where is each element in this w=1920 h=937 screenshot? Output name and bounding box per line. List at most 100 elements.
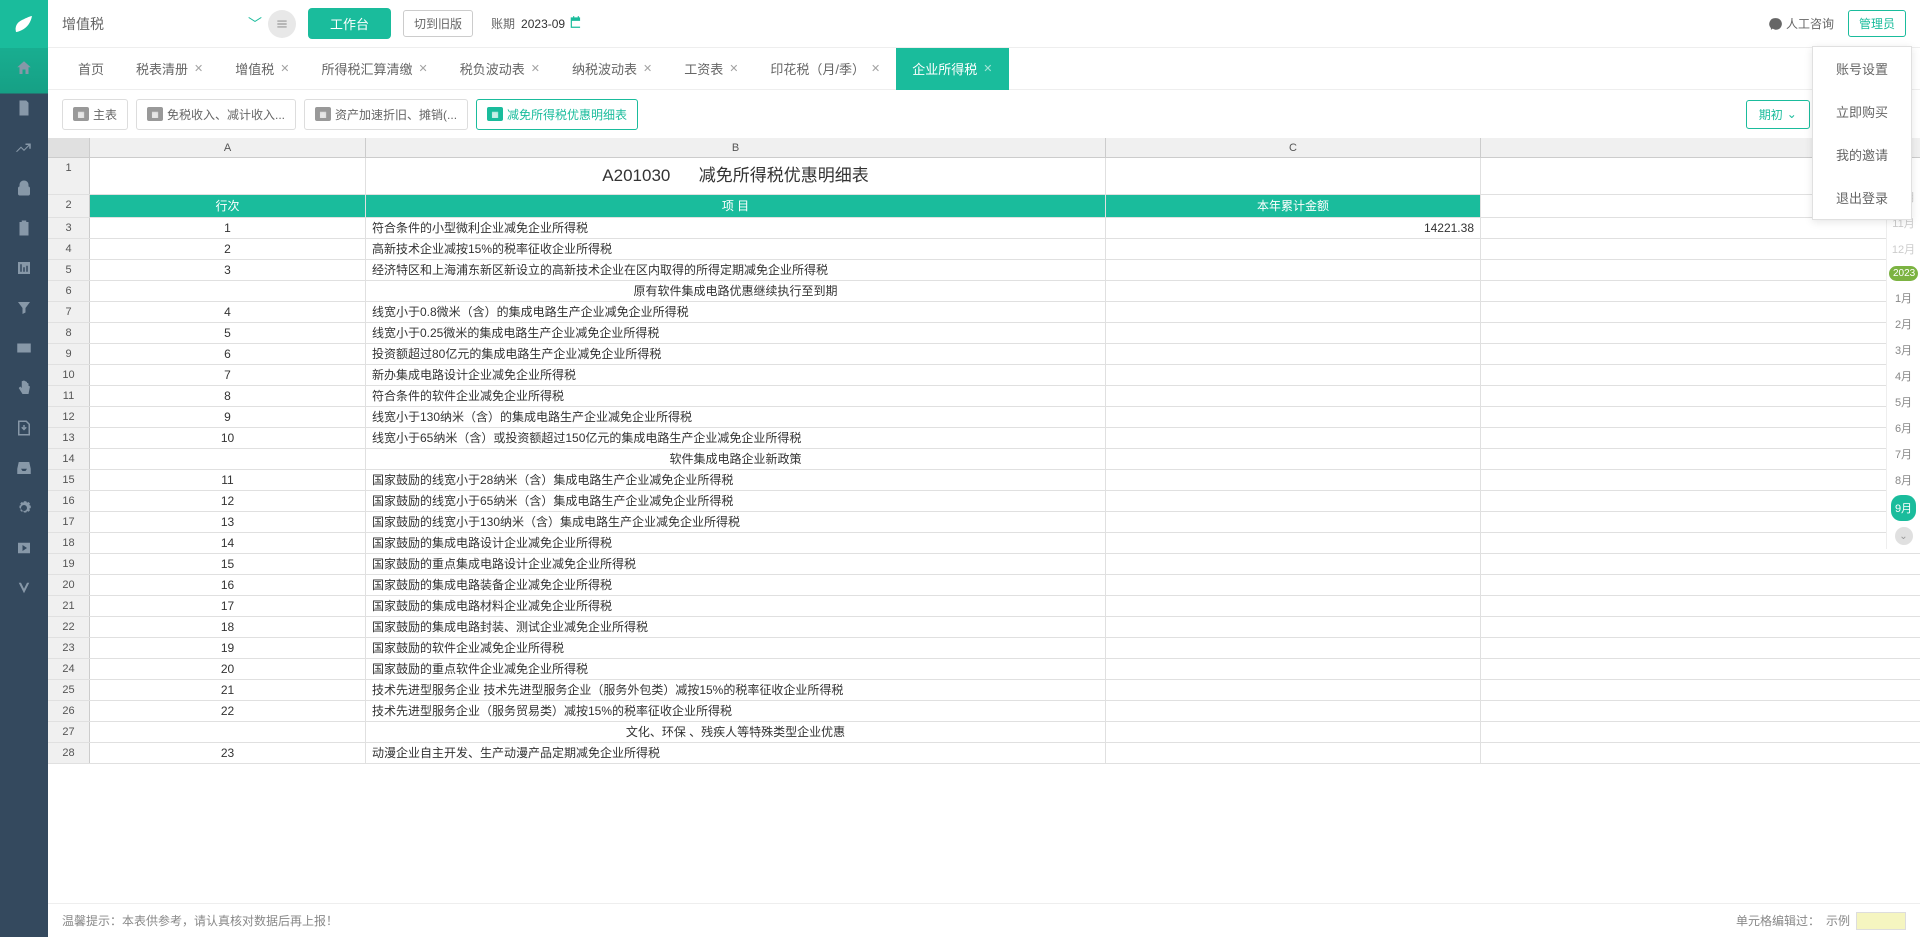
table-row[interactable]: 2016国家鼓励的集成电路装备企业减免企业所得税 xyxy=(48,575,1920,596)
table-row[interactable]: 107新办集成电路设计企业减免企业所得税 xyxy=(48,365,1920,386)
consult-label: 人工咨询 xyxy=(1786,15,1834,32)
dropdown-item[interactable]: 退出登录 xyxy=(1813,176,1911,219)
tab-增值税[interactable]: 增值税✕ xyxy=(219,48,305,90)
nav-home-icon[interactable] xyxy=(0,48,48,88)
consult-link[interactable]: 人工咨询 xyxy=(1768,15,1834,32)
close-icon[interactable]: ✕ xyxy=(729,62,738,75)
calendar-icon[interactable] xyxy=(569,15,583,32)
subtabs-row: ▦主表 ▦免税收入、减计收入... ▦资产加速折旧、摊销(... ▦减免所得税优惠明细… xyxy=(48,90,1920,138)
main-tabs: 首页税表清册✕增值税✕所得税汇算清缴✕税负波动表✕纳税波动表✕工资表✕印花税（月… xyxy=(48,48,1920,90)
table-row[interactable]: 74线宽小于0.8微米（含）的集成电路生产企业减免企业所得税 xyxy=(48,302,1920,323)
tab-工资表[interactable]: 工资表✕ xyxy=(668,48,754,90)
close-icon[interactable]: ✕ xyxy=(643,62,652,75)
month-item[interactable]: 8月 xyxy=(1887,467,1920,493)
subtab-item[interactable]: ▦减免所得税优惠明细表 xyxy=(476,99,638,130)
month-item[interactable]: 5月 xyxy=(1887,389,1920,415)
admin-button[interactable]: 管理员 xyxy=(1848,10,1906,37)
table-row[interactable]: 1915国家鼓励的重点集成电路设计企业减免企业所得税 xyxy=(48,554,1920,575)
table-row[interactable]: 2823动漫企业自主开发、生产动漫产品定期减免企业所得税 xyxy=(48,743,1920,764)
nav-filter-icon[interactable] xyxy=(0,288,48,328)
subtab-item[interactable]: ▦主表 xyxy=(62,99,128,130)
period-init-button[interactable]: 期初 ⌄ xyxy=(1746,100,1810,129)
month-expand-button[interactable]: ⌄ xyxy=(1887,523,1920,549)
tab-所得税汇算清缴[interactable]: 所得税汇算清缴✕ xyxy=(305,48,443,90)
sheet-icon: ▦ xyxy=(147,107,163,121)
nav-export-icon[interactable] xyxy=(0,408,48,448)
close-icon[interactable]: ✕ xyxy=(280,62,289,75)
subtab-item[interactable]: ▦资产加速折旧、摊销(... xyxy=(304,99,468,130)
table-row[interactable]: 1713国家鼓励的线宽小于130纳米（含）集成电路生产企业减免企业所得税 xyxy=(48,512,1920,533)
nav-report-icon[interactable] xyxy=(0,248,48,288)
month-item[interactable]: 6月 xyxy=(1887,415,1920,441)
table-row[interactable]: 96投资额超过80亿元的集成电路生产企业减免企业所得税 xyxy=(48,344,1920,365)
nav-chart-icon[interactable] xyxy=(0,128,48,168)
close-icon[interactable]: ✕ xyxy=(419,62,428,75)
tab-税表清册[interactable]: 税表清册✕ xyxy=(120,48,219,90)
table-row[interactable]: 42高新技术企业减按15%的税率征收企业所得税 xyxy=(48,239,1920,260)
dropdown-item[interactable]: 我的邀请 xyxy=(1813,133,1911,176)
month-item[interactable]: 2月 xyxy=(1887,311,1920,337)
table-row[interactable]: 129线宽小于130纳米（含）的集成电路生产企业减免企业所得税 xyxy=(48,407,1920,428)
table-row[interactable]: 1814国家鼓励的集成电路设计企业减免企业所得税 xyxy=(48,533,1920,554)
header-list-icon[interactable] xyxy=(268,10,296,38)
workbench-button[interactable]: 工作台 xyxy=(308,8,391,39)
table-row[interactable]: 1310线宽小于65纳米（含）或投资额超过150亿元的集成电路生产企业减免企业所… xyxy=(48,428,1920,449)
tab-印花税（月/季）[interactable]: 印花税（月/季）✕ xyxy=(754,48,896,90)
tax-type-select[interactable]: 增值税 ﹀ xyxy=(62,14,262,34)
nav-clipboard-icon[interactable] xyxy=(0,208,48,248)
footer-bar: 温馨提示：本表供参考，请认真核对数据后再上报！ 单元格编辑过： 示例 xyxy=(48,903,1920,937)
table-row[interactable]: 53经济特区和上海浦东新区新设立的高新技术企业在区内取得的所得定期减免企业所得税 xyxy=(48,260,1920,281)
dropdown-item[interactable]: 账号设置 xyxy=(1813,47,1911,90)
nav-settings-icon[interactable] xyxy=(0,488,48,528)
month-item[interactable]: 9月 xyxy=(1891,495,1916,521)
month-item[interactable]: 7月 xyxy=(1887,441,1920,467)
nav-money-icon[interactable] xyxy=(0,168,48,208)
table-row[interactable]: 31符合条件的小型微利企业减免企业所得税14221.38 xyxy=(48,218,1920,239)
switch-version-button[interactable]: 切到旧版 xyxy=(403,10,473,37)
admin-dropdown: 账号设置立即购买我的邀请退出登录 xyxy=(1812,46,1912,220)
spreadsheet[interactable]: A B C 1 A201030 减免所得税优惠明细表 2 行次 项 目 本年累计… xyxy=(48,138,1920,903)
table-row[interactable]: 27文化、环保 、残疾人等特殊类型企业优惠 xyxy=(48,722,1920,743)
nav-card-icon[interactable] xyxy=(0,328,48,368)
table-row[interactable]: 1511国家鼓励的线宽小于28纳米（含）集成电路生产企业减免企业所得税 xyxy=(48,470,1920,491)
table-row[interactable]: 2622技术先进型服务企业（服务贸易类）减按15%的税率征收企业所得税 xyxy=(48,701,1920,722)
dropdown-item[interactable]: 立即购买 xyxy=(1813,90,1911,133)
subtab-item[interactable]: ▦免税收入、减计收入... xyxy=(136,99,296,130)
col-header-b[interactable]: B xyxy=(366,138,1106,157)
col-header-c[interactable]: C xyxy=(1106,138,1481,157)
tab-税负波动表[interactable]: 税负波动表✕ xyxy=(444,48,556,90)
close-icon[interactable]: ✕ xyxy=(983,62,992,75)
sheet-corner[interactable] xyxy=(48,138,90,157)
app-logo[interactable] xyxy=(0,0,48,48)
tab-纳税波动表[interactable]: 纳税波动表✕ xyxy=(556,48,668,90)
tab-首页[interactable]: 首页 xyxy=(62,48,120,90)
close-icon[interactable]: ✕ xyxy=(531,62,540,75)
table-row[interactable]: 2117国家鼓励的集成电路材料企业减免企业所得税 xyxy=(48,596,1920,617)
close-icon[interactable]: ✕ xyxy=(871,62,880,75)
table-row[interactable]: 2319国家鼓励的软件企业减免企业所得税 xyxy=(48,638,1920,659)
month-item[interactable]: 4月 xyxy=(1887,363,1920,389)
tab-企业所得税[interactable]: 企业所得税✕ xyxy=(896,48,1008,90)
table-row[interactable]: 1612国家鼓励的线宽小于65纳米（含）集成电路生产企业减免企业所得税 xyxy=(48,491,1920,512)
period-value: 2023-09 xyxy=(521,17,565,31)
sheet-icon: ▦ xyxy=(73,107,89,121)
nav-hand-icon[interactable] xyxy=(0,368,48,408)
nav-v-icon[interactable] xyxy=(0,568,48,608)
month-item[interactable]: 12月 xyxy=(1887,236,1920,262)
table-row[interactable]: 85线宽小于0.25微米的集成电路生产企业减免企业所得税 xyxy=(48,323,1920,344)
col-header-a[interactable]: A xyxy=(90,138,366,157)
table-row[interactable]: 2218国家鼓励的集成电路封装、测试企业减免企业所得税 xyxy=(48,617,1920,638)
table-row[interactable]: 14软件集成电路企业新政策 xyxy=(48,449,1920,470)
nav-video-icon[interactable] xyxy=(0,528,48,568)
sample-label: 示例 xyxy=(1826,912,1850,929)
month-item[interactable]: 3月 xyxy=(1887,337,1920,363)
month-item[interactable]: 1月 xyxy=(1887,285,1920,311)
chevron-down-icon: ﹀ xyxy=(248,14,262,34)
nav-doc-icon[interactable] xyxy=(0,88,48,128)
table-row[interactable]: 118符合条件的软件企业减免企业所得税 xyxy=(48,386,1920,407)
nav-inbox-icon[interactable] xyxy=(0,448,48,488)
table-row[interactable]: 6原有软件集成电路优惠继续执行至到期 xyxy=(48,281,1920,302)
close-icon[interactable]: ✕ xyxy=(194,62,203,75)
table-row[interactable]: 2420国家鼓励的重点软件企业减免企业所得税 xyxy=(48,659,1920,680)
table-row[interactable]: 2521技术先进型服务企业 技术先进型服务企业（服务外包类）减按15%的税率征收… xyxy=(48,680,1920,701)
